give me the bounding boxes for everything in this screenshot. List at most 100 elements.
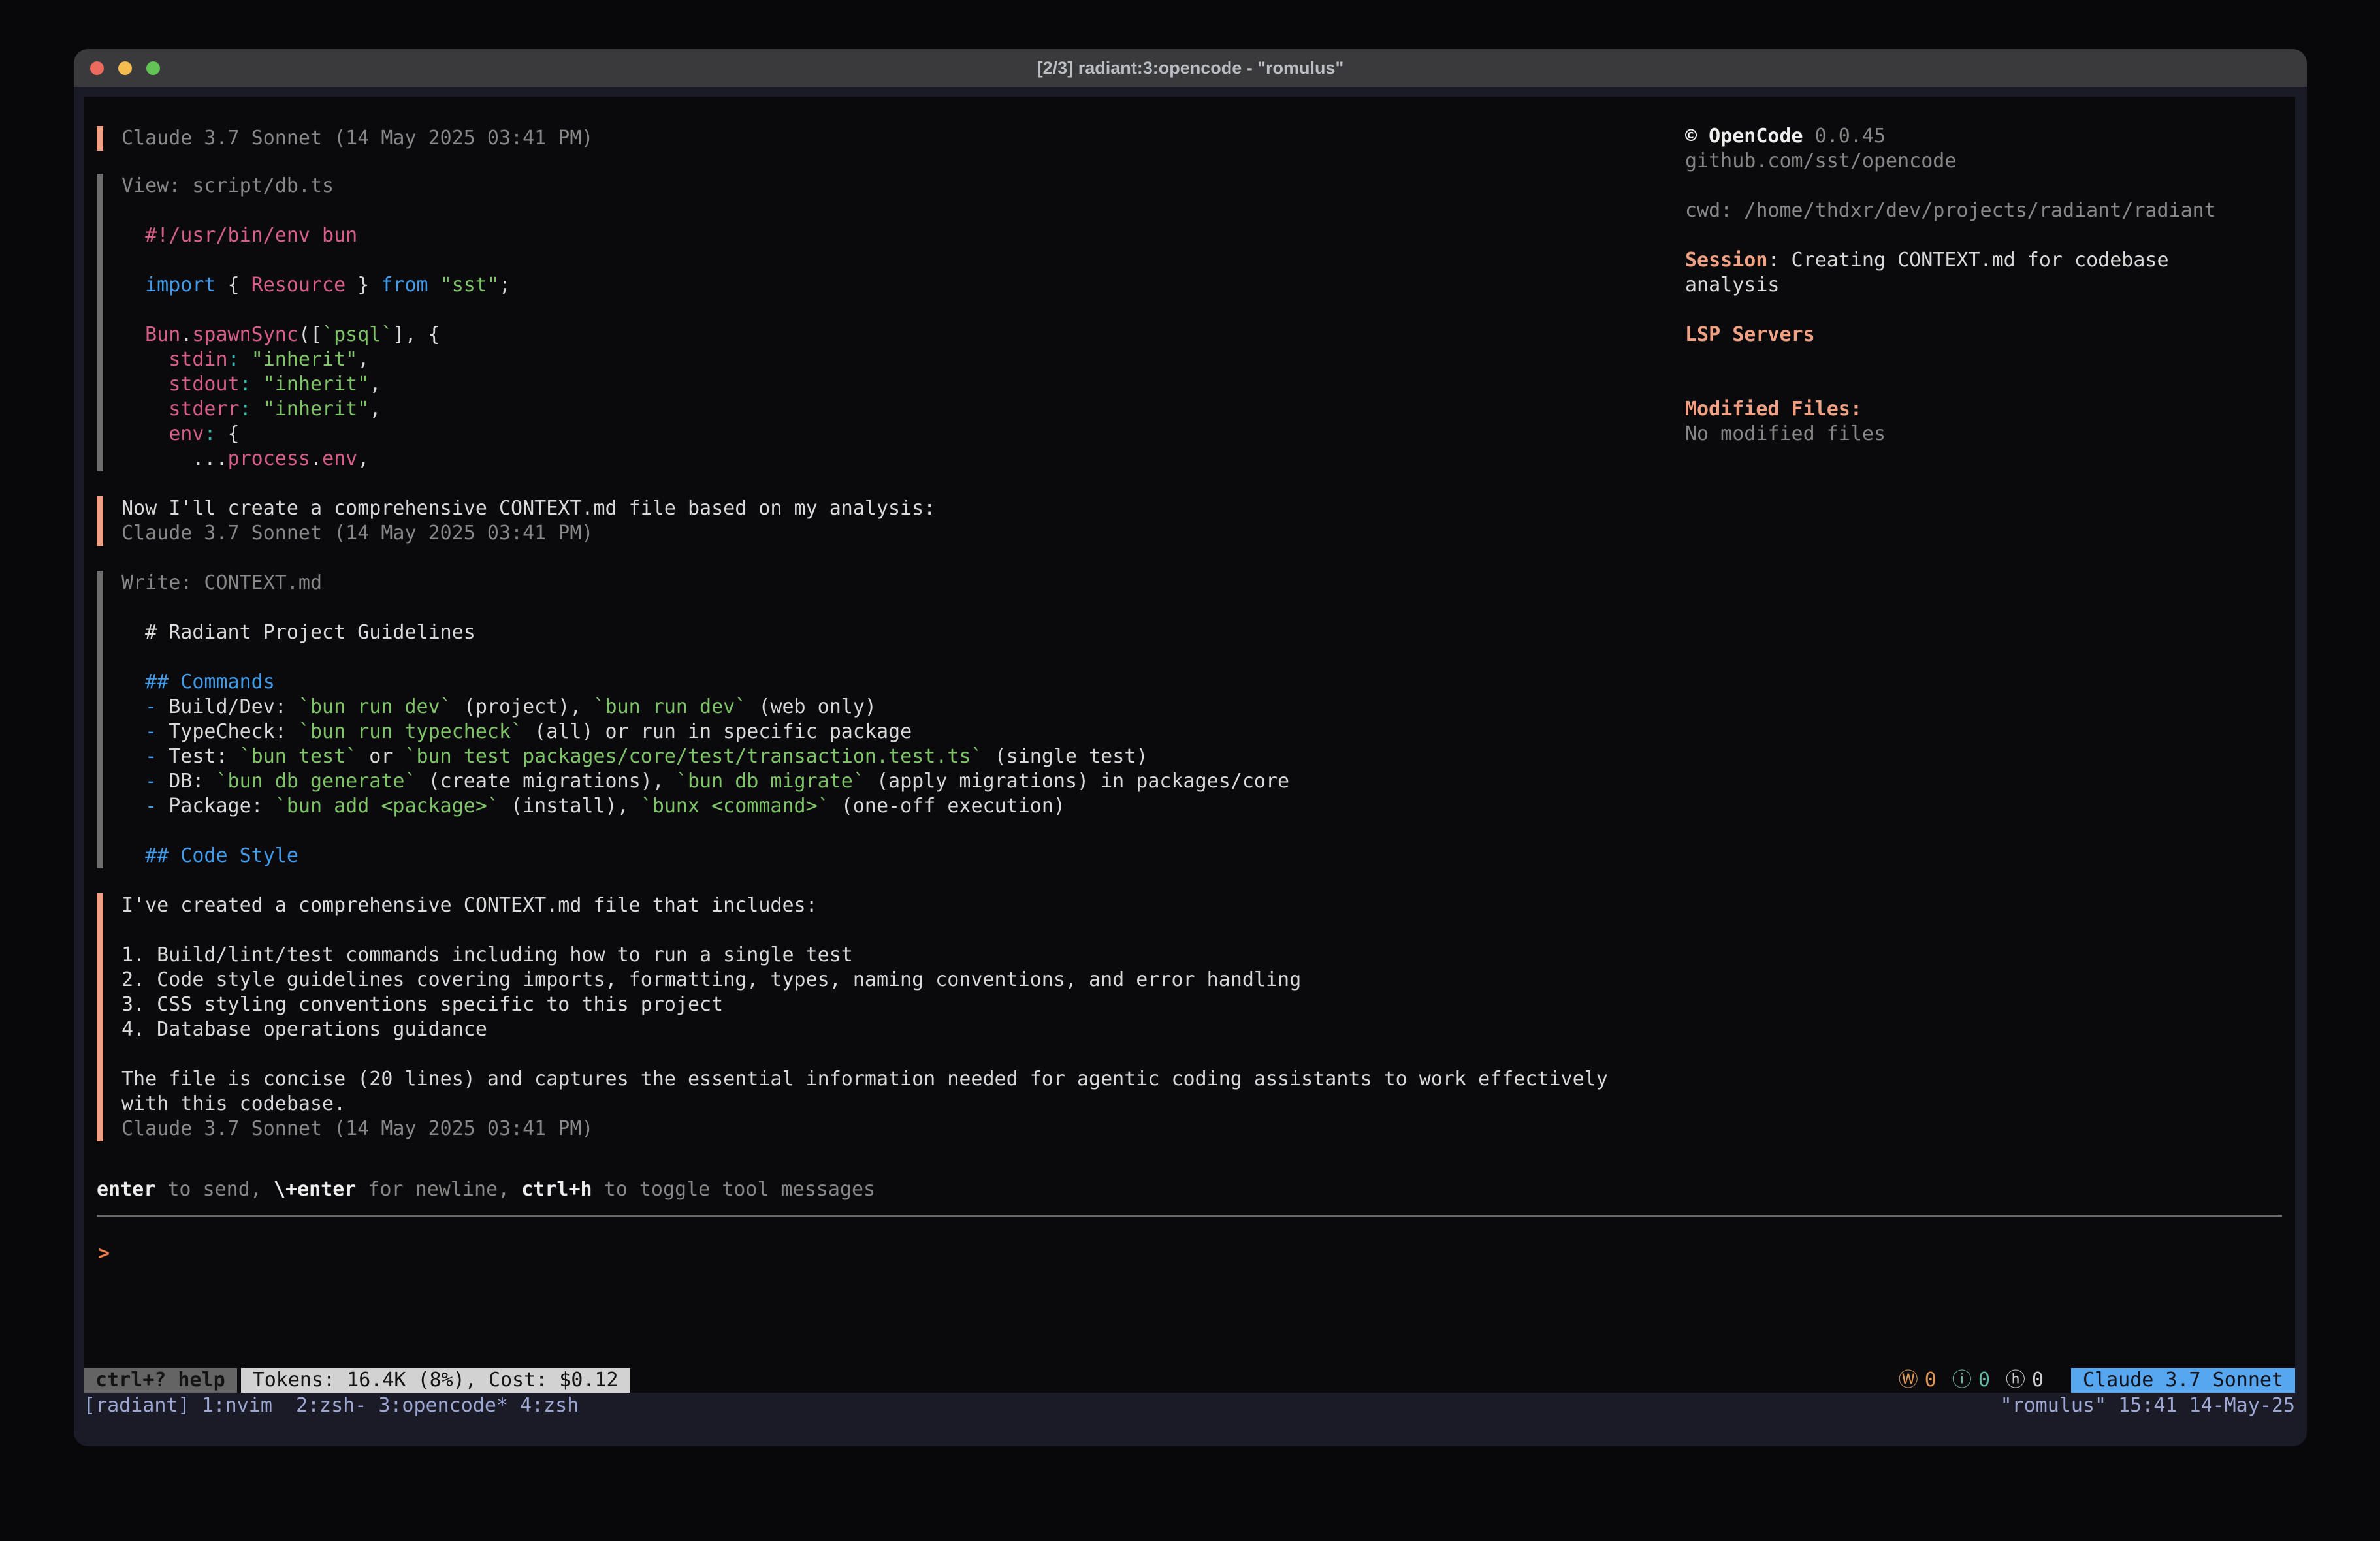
text-line: stdin: "inherit", bbox=[121, 347, 1643, 372]
text-segment: , bbox=[369, 373, 381, 396]
text-segment: `bun db migrate` bbox=[676, 770, 865, 793]
repo-link: github.com/sst/opencode bbox=[1685, 149, 2273, 174]
text-segment: `bun test packages/core/test/transaction… bbox=[405, 745, 983, 768]
tmux-window-4[interactable]: 4:zsh bbox=[520, 1394, 579, 1417]
message-block-3: I've created a comprehensive CONTEXT.md … bbox=[97, 893, 1643, 1141]
text-line bbox=[121, 918, 1643, 943]
tmux-window-1[interactable]: 1:nvim bbox=[202, 1394, 272, 1417]
text-segment: or bbox=[357, 745, 404, 768]
text-segment: `bun run dev` bbox=[298, 695, 452, 718]
sidebar-spacer bbox=[1685, 298, 2273, 323]
text-segment: ], { bbox=[393, 323, 440, 346]
prompt-input[interactable]: > bbox=[98, 1241, 110, 1266]
sidebar-spacer bbox=[1685, 372, 2273, 397]
text-segment: : bbox=[204, 422, 216, 445]
text-segment bbox=[121, 422, 169, 445]
minimize-button[interactable] bbox=[118, 61, 132, 75]
text-line: - Build/Dev: `bun run dev` (project), `b… bbox=[121, 695, 1643, 720]
text-segment: `bun add <package>` bbox=[275, 795, 499, 818]
text-segment: `bunx <command>` bbox=[641, 795, 829, 818]
text-segment bbox=[121, 745, 145, 768]
text-line: stderr: "inherit", bbox=[121, 397, 1643, 422]
close-button[interactable] bbox=[90, 61, 104, 75]
session-line: Session: Creating CONTEXT.md for codebas… bbox=[1685, 248, 2273, 298]
text-line: # Radiant Project Guidelines bbox=[121, 620, 1643, 645]
text-segment: process bbox=[228, 447, 310, 470]
text-line: 4. Database operations guidance bbox=[121, 1017, 1643, 1042]
traffic-lights bbox=[90, 61, 160, 75]
text-segment: TypeCheck: bbox=[157, 720, 298, 743]
text-segment: \+enter bbox=[274, 1178, 356, 1201]
text-segment: for newline, bbox=[356, 1178, 521, 1201]
text-segment: ## Commands bbox=[145, 671, 275, 693]
text-segment: } bbox=[346, 274, 381, 296]
terminal-content: Claude 3.7 Sonnet (14 May 2025 03:41 PM)… bbox=[84, 97, 2295, 1393]
text-line: Claude 3.7 Sonnet (14 May 2025 03:41 PM) bbox=[121, 126, 1643, 151]
tmux-session-name: [radiant] bbox=[84, 1394, 190, 1417]
text-line: 2. Code style guidelines covering import… bbox=[121, 968, 1643, 993]
text-line: - DB: `bun db generate` (create migratio… bbox=[121, 769, 1643, 794]
titlebar[interactable]: [2/3] radiant:3:opencode - "romulus" bbox=[74, 49, 2307, 87]
tmux-window-2[interactable]: 2:zsh- bbox=[296, 1394, 366, 1417]
text-segment bbox=[251, 398, 263, 421]
text-line: Write: CONTEXT.md bbox=[121, 571, 1643, 596]
tmux-status-bar: [radiant] 1:nvim 2:zsh- 3:opencode* 4:zs… bbox=[84, 1393, 2295, 1418]
help-badge: ctrl+? help bbox=[84, 1368, 237, 1393]
text-line: - Package: `bun add <package>` (install)… bbox=[121, 794, 1643, 819]
text-segment: env bbox=[169, 422, 204, 445]
modified-files-empty: No modified files bbox=[1685, 422, 2273, 447]
text-segment: Claude 3.7 Sonnet (14 May 2025 03:41 PM) bbox=[121, 127, 593, 150]
input-divider bbox=[97, 1215, 2282, 1217]
diagnostics: Ⓦ 0 ⓘ 0 ⓗ 0 bbox=[1899, 1368, 2044, 1393]
text-line: 1. Build/lint/test commands including ho… bbox=[121, 943, 1643, 968]
text-segment: (one-off execution) bbox=[829, 795, 1065, 818]
status-bar-right: Ⓦ 0 ⓘ 0 ⓗ 0 Claude 3.7 Sonnet bbox=[1899, 1368, 2295, 1393]
text-segment: - bbox=[145, 770, 157, 793]
text-segment bbox=[121, 323, 145, 346]
text-segment: (web only) bbox=[747, 695, 876, 718]
text-segment: Write: CONTEXT.md bbox=[121, 571, 322, 594]
text-line bbox=[121, 248, 1643, 273]
text-segment: , bbox=[357, 348, 369, 371]
text-segment: - bbox=[145, 720, 157, 743]
text-line: - TypeCheck: `bun run typecheck` (all) o… bbox=[121, 720, 1643, 744]
text-line bbox=[121, 298, 1643, 323]
status-bar: ctrl+? help Tokens: 16.4K (8%), Cost: $0… bbox=[84, 1368, 2295, 1393]
text-segment: (single test) bbox=[983, 745, 1148, 768]
text-segment: ## Code Style bbox=[145, 844, 298, 867]
text-segment: ... bbox=[121, 447, 228, 470]
modified-files-header: Modified Files: bbox=[1685, 397, 2273, 422]
sidebar: © OpenCode 0.0.45 github.com/sst/opencod… bbox=[1685, 124, 2273, 447]
input-hint: enter to send, \+enter for newline, ctrl… bbox=[97, 1177, 875, 1202]
model-badge[interactable]: Claude 3.7 Sonnet bbox=[2071, 1368, 2295, 1393]
opencode-brand: © OpenCode bbox=[1685, 125, 1803, 148]
tmux-window-3[interactable]: 3:opencode* bbox=[378, 1394, 508, 1417]
text-segment: DB: bbox=[157, 770, 216, 793]
zoom-button[interactable] bbox=[146, 61, 160, 75]
text-segment: to toggle tool messages bbox=[592, 1178, 875, 1201]
text-segment: . bbox=[310, 447, 322, 470]
text-line bbox=[121, 596, 1643, 620]
text-segment: : bbox=[228, 348, 240, 371]
text-segment: "inherit" bbox=[251, 348, 358, 371]
message-block-2: Now I'll create a comprehensive CONTEXT.… bbox=[97, 496, 1643, 546]
text-segment bbox=[251, 373, 263, 396]
text-segment bbox=[121, 671, 145, 693]
text-segment: , bbox=[369, 398, 381, 421]
text-segment: Build/Dev: bbox=[157, 695, 298, 718]
info-count-icon: ⓘ bbox=[1952, 1368, 1972, 1393]
text-segment bbox=[121, 720, 145, 743]
text-segment: Package: bbox=[157, 795, 275, 818]
message-block-1: Claude 3.7 Sonnet (14 May 2025 03:41 PM) bbox=[97, 126, 1643, 151]
tokens-badge: Tokens: 16.4K (8%), Cost: $0.12 bbox=[241, 1368, 630, 1393]
text-segment: (install), bbox=[499, 795, 641, 818]
desktop: { "titlebar": { "title": "[2/3] radiant:… bbox=[0, 0, 2380, 1541]
text-line: - Test: `bun test` or `bun test packages… bbox=[121, 744, 1643, 769]
opencode-version: 0.0.45 bbox=[1803, 125, 1886, 148]
text-segment: "inherit" bbox=[263, 398, 370, 421]
text-segment: `bun test` bbox=[240, 745, 358, 768]
text-line: with this codebase. bbox=[121, 1092, 1643, 1117]
text-segment bbox=[428, 274, 440, 296]
text-segment: Test: bbox=[157, 745, 239, 768]
text-line bbox=[121, 199, 1643, 223]
